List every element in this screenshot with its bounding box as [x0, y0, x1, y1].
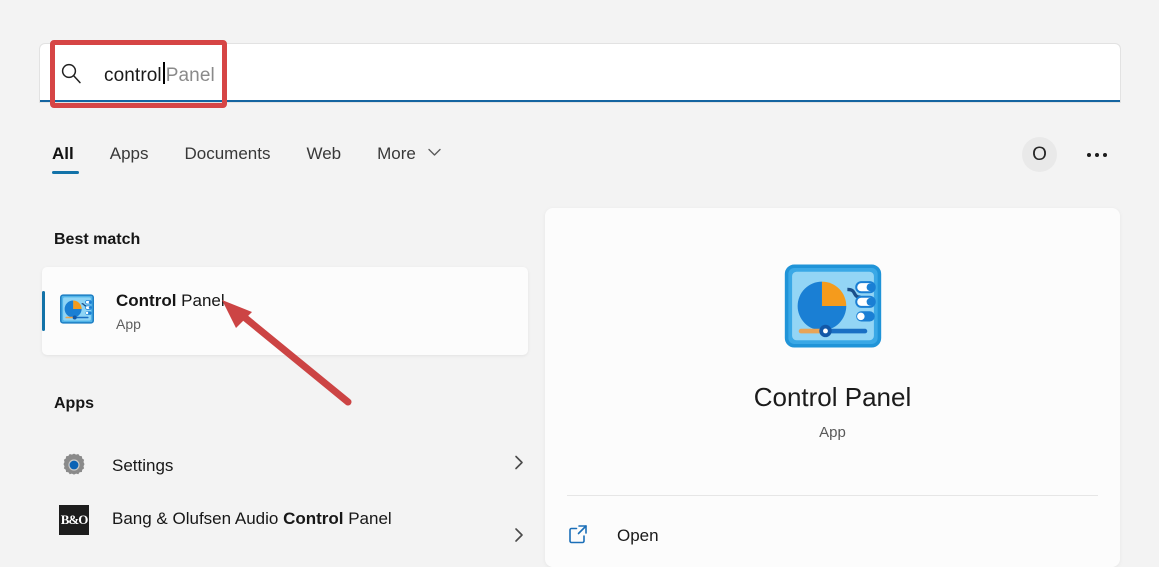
text-cursor — [162, 62, 165, 84]
tab-apps[interactable]: Apps — [92, 140, 167, 176]
open-button[interactable]: Open — [567, 513, 767, 559]
result-label: Bang & Olufsen Audio Control Panel — [112, 505, 392, 532]
search-icon — [60, 62, 82, 84]
result-item-control-panel[interactable]: Control Panel App — [42, 267, 528, 355]
tab-all-label: All — [52, 144, 74, 163]
result-label-match: Control — [283, 509, 344, 528]
ellipsis-dot — [1103, 153, 1107, 157]
preview-panel: Control Panel App Open — [545, 208, 1120, 567]
search-input-typed-text[interactable]: control — [104, 65, 162, 87]
tab-apps-label: Apps — [109, 144, 149, 163]
result-label-prefix: Bang & Olufsen Audio — [112, 509, 284, 528]
apps-heading: Apps — [54, 395, 94, 412]
search-bar[interactable]: control Panel — [40, 44, 1120, 102]
preview-subtitle: App — [819, 424, 846, 441]
divider — [567, 495, 1098, 496]
tab-documents-label: Documents — [184, 144, 271, 163]
search-bar-underline — [40, 100, 1120, 102]
bang-olufsen-icon: B&O — [58, 505, 90, 535]
external-link-icon — [567, 523, 589, 550]
tab-web[interactable]: Web — [288, 140, 359, 176]
result-label-prefix: Settings — [112, 455, 174, 475]
chevron-down-icon — [427, 142, 441, 162]
avatar[interactable]: O — [1022, 137, 1057, 172]
result-title: Control Panel — [116, 290, 225, 312]
result-item-bang-olufsen[interactable]: B&O Bang & Olufsen Audio Control Panel — [42, 495, 528, 567]
tab-more-label: More — [377, 144, 416, 163]
open-label: Open — [617, 526, 659, 545]
chevron-right-icon[interactable] — [512, 453, 526, 478]
result-item-settings[interactable]: Settings — [42, 437, 528, 493]
result-label: Settings — [112, 452, 173, 479]
result-title-rest: Panel — [176, 291, 225, 310]
result-title-match: Control — [116, 291, 177, 310]
ellipsis-icon[interactable] — [1082, 145, 1112, 165]
preview-title: Control Panel — [753, 382, 912, 412]
gear-icon — [58, 451, 90, 479]
chevron-right-icon[interactable] — [512, 525, 526, 550]
result-subtitle: App — [116, 316, 141, 332]
ellipsis-dot — [1095, 153, 1099, 157]
avatar-initial: O — [1032, 143, 1047, 165]
control-panel-icon — [784, 264, 882, 353]
result-label-suffix: Panel — [343, 509, 392, 528]
tab-more[interactable]: More — [359, 140, 458, 176]
control-panel-icon — [60, 293, 94, 329]
filter-tab-bar: All Apps Documents Web More — [52, 140, 459, 176]
tab-documents[interactable]: Documents — [166, 140, 288, 176]
best-match-heading: Best match — [54, 231, 141, 248]
tab-all[interactable]: All — [52, 140, 92, 176]
bang-olufsen-logo-mark: B&O — [59, 505, 89, 535]
ellipsis-dot — [1087, 153, 1091, 157]
search-results-column: Best match Control Panel App Apps Settin… — [40, 205, 530, 567]
search-autocomplete-suggestion: Panel — [165, 65, 215, 86]
tab-web-label: Web — [306, 144, 342, 163]
